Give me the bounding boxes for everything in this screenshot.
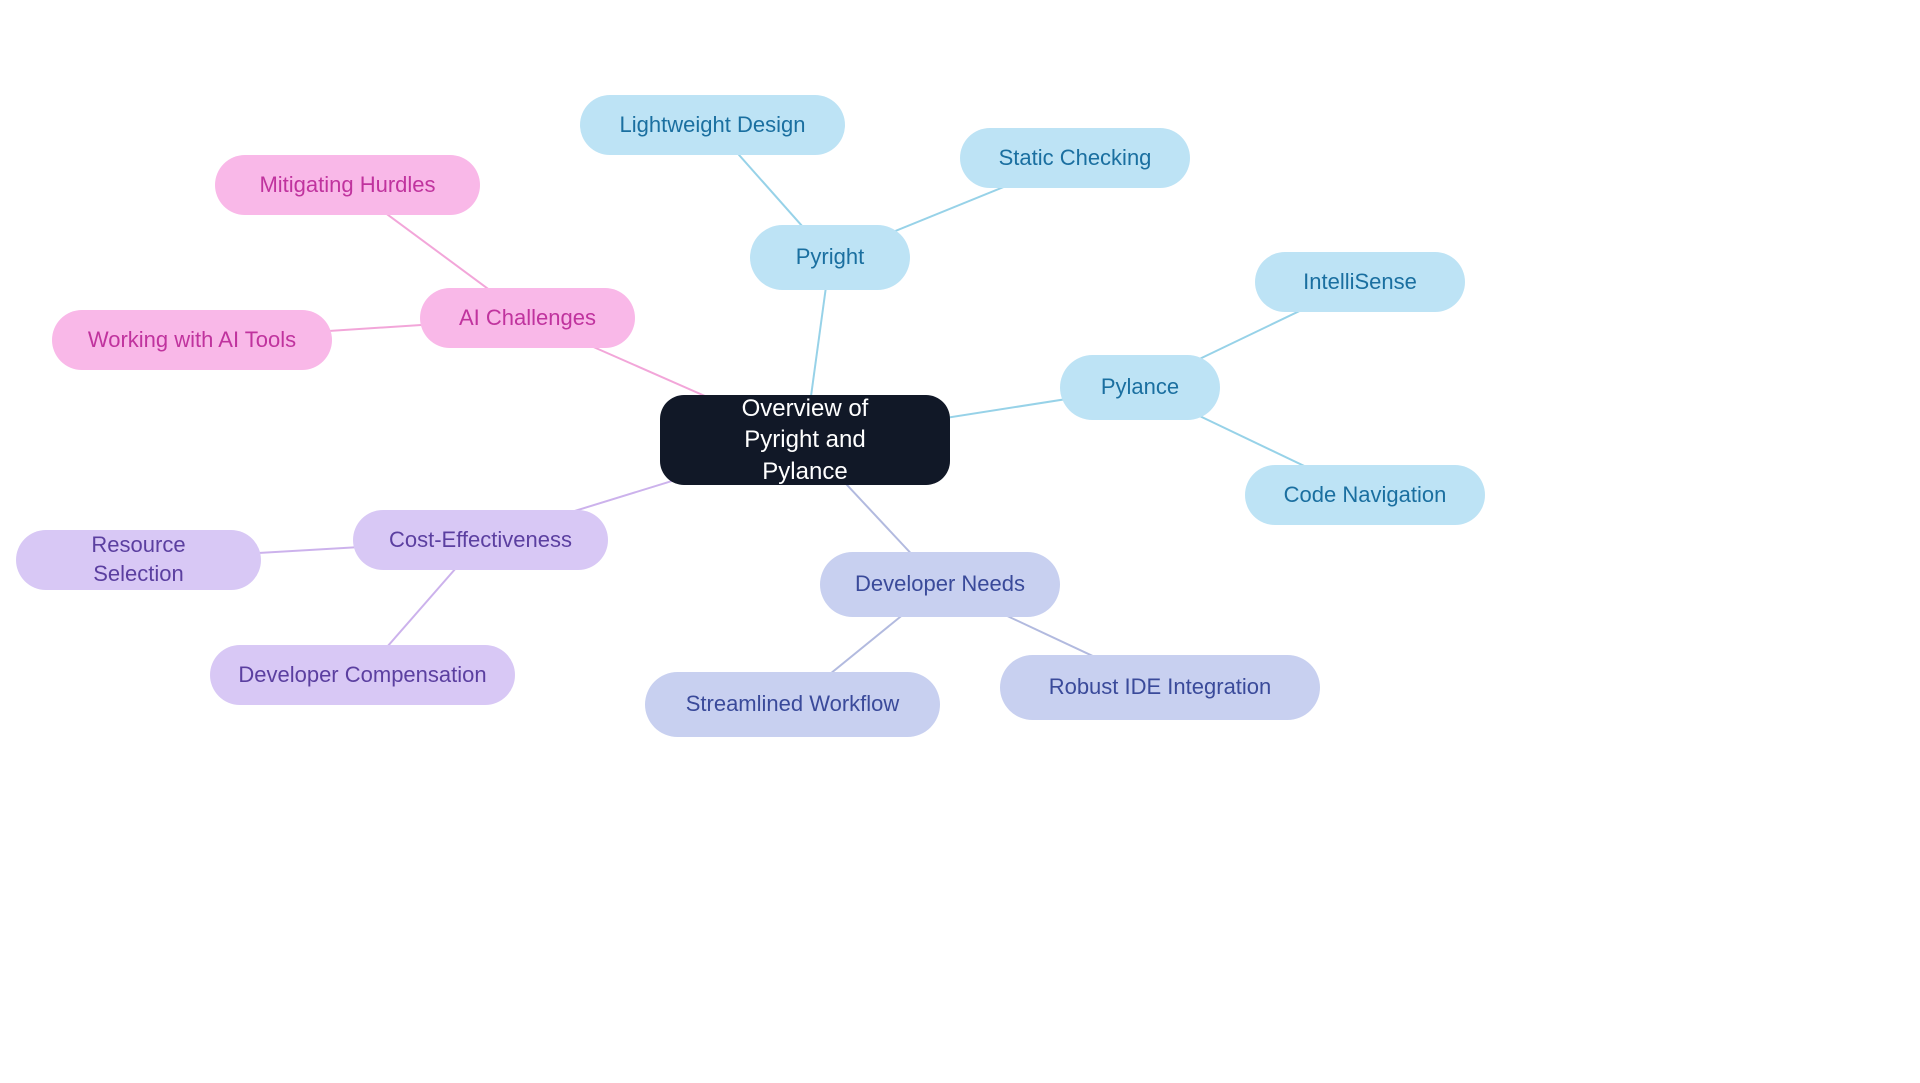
pylance-label: Pylance (1101, 373, 1179, 402)
lightweight-label: Lightweight Design (620, 111, 806, 140)
pylance-node: Pylance (1060, 355, 1220, 420)
developer-needs-node: Developer Needs (820, 552, 1060, 617)
mitigating-hurdles-node: Mitigating Hurdles (215, 155, 480, 215)
developer-compensation-node: Developer Compensation (210, 645, 515, 705)
pyright-label: Pyright (796, 243, 864, 272)
cost-label: Cost-Effectiveness (389, 526, 572, 555)
working-ai-node: Working with AI Tools (52, 310, 332, 370)
dev-comp-label: Developer Compensation (238, 661, 486, 690)
working-ai-label: Working with AI Tools (88, 326, 296, 355)
resource-label: Resource Selection (44, 531, 233, 588)
pyright-node: Pyright (750, 225, 910, 290)
cost-effectiveness-node: Cost-Effectiveness (353, 510, 608, 570)
center-node: Overview of Pyright andPylance (660, 395, 950, 485)
static-label: Static Checking (999, 144, 1152, 173)
resource-selection-node: Resource Selection (16, 530, 261, 590)
dev-needs-label: Developer Needs (855, 570, 1025, 599)
code-navigation-node: Code Navigation (1245, 465, 1485, 525)
ai-challenges-node: AI Challenges (420, 288, 635, 348)
static-checking-node: Static Checking (960, 128, 1190, 188)
ai-challenges-label: AI Challenges (459, 304, 596, 333)
intellisense-node: IntelliSense (1255, 252, 1465, 312)
center-label: Overview of Pyright andPylance (708, 393, 902, 487)
mitigating-label: Mitigating Hurdles (259, 171, 435, 200)
intellisense-label: IntelliSense (1303, 268, 1417, 297)
robust-label: Robust IDE Integration (1049, 673, 1272, 702)
lightweight-node: Lightweight Design (580, 95, 845, 155)
codenav-label: Code Navigation (1284, 481, 1447, 510)
robust-ide-node: Robust IDE Integration (1000, 655, 1320, 720)
streamlined-workflow-node: Streamlined Workflow (645, 672, 940, 737)
streamlined-label: Streamlined Workflow (686, 690, 900, 719)
